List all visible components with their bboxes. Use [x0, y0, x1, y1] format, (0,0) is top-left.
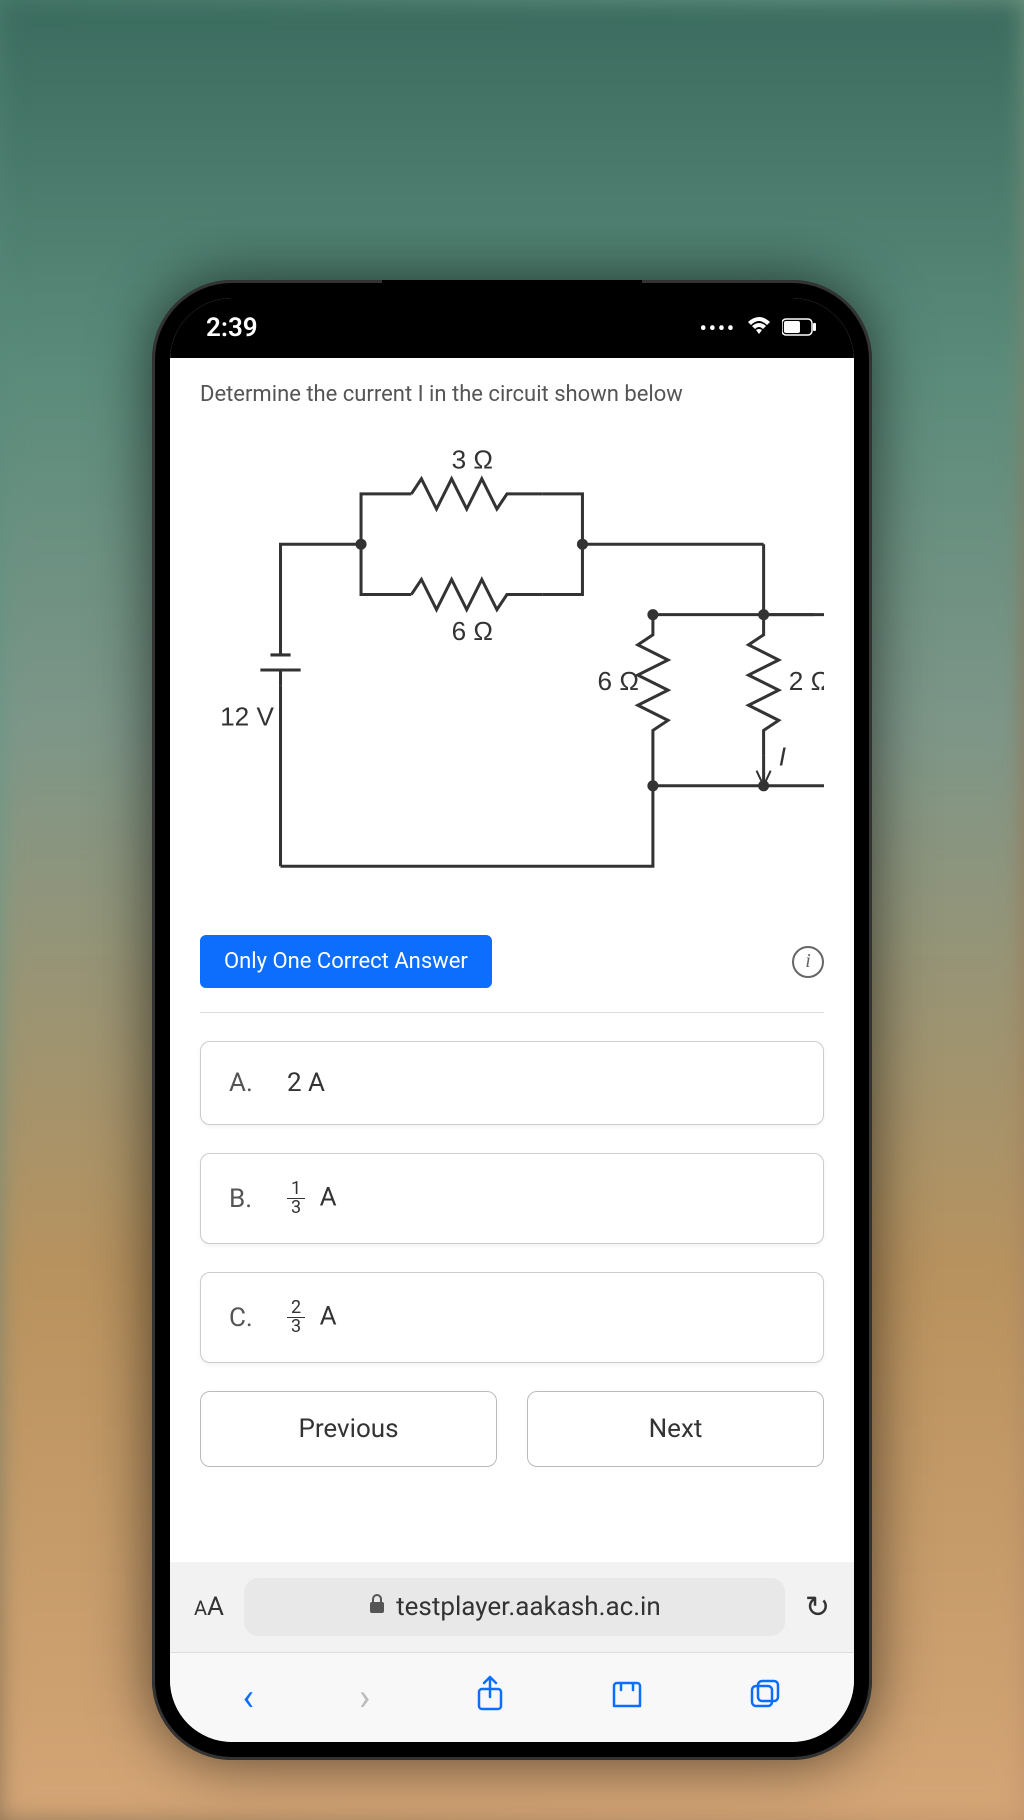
option-text: 2 A — [287, 1068, 325, 1098]
battery-icon — [782, 313, 818, 343]
content-area: Determine the current I in the circuit s… — [170, 358, 854, 1562]
r-right1-label: 6 Ω — [598, 666, 639, 696]
r-mid-label: 6 Ω — [452, 616, 493, 646]
back-button[interactable]: ‹ — [243, 1676, 254, 1720]
option-label: A. — [229, 1068, 257, 1098]
option-text: 13 A — [287, 1180, 337, 1217]
screen: 2:39 •••• Determine the current I in the… — [170, 298, 854, 1742]
wifi-icon — [746, 313, 772, 343]
question-text: Determine the current I in the circuit s… — [200, 382, 824, 407]
phone-frame: 2:39 •••• Determine the current I in the… — [152, 280, 872, 1760]
status-time: 2:39 — [206, 313, 258, 343]
next-button[interactable]: Next — [527, 1391, 824, 1467]
reload-icon[interactable]: ↻ — [805, 1590, 830, 1625]
answer-tag-row: Only One Correct Answer i — [200, 935, 824, 988]
option-label: C. — [229, 1303, 257, 1333]
url-field[interactable]: testplayer.aakash.ac.in — [244, 1578, 785, 1636]
nav-buttons: Previous Next — [200, 1391, 824, 1467]
circuit-diagram: 3 Ω 6 Ω 6 Ω 2 Ω 12 V I — [200, 425, 824, 905]
current-label: I — [779, 742, 786, 772]
option-b[interactable]: B. 13 A — [200, 1153, 824, 1244]
voltage-label: 12 V — [220, 701, 274, 731]
option-c[interactable]: C. 23 A — [200, 1272, 824, 1363]
r-top-label: 3 Ω — [452, 445, 493, 475]
status-indicators: •••• — [700, 313, 818, 343]
lock-icon — [368, 1594, 386, 1620]
forward-button[interactable]: › — [359, 1676, 370, 1720]
tabs-icon[interactable] — [749, 1676, 781, 1720]
browser-toolbar: ‹ › — [170, 1652, 854, 1742]
option-label: B. — [229, 1184, 257, 1214]
divider — [200, 1012, 824, 1013]
r-right2-label: 2 Ω — [789, 666, 824, 696]
share-icon[interactable] — [475, 1675, 505, 1721]
cellular-icon: •••• — [700, 316, 736, 340]
address-bar: AA testplayer.aakash.ac.in ↻ — [170, 1562, 854, 1652]
previous-button[interactable]: Previous — [200, 1391, 497, 1467]
bookmarks-icon[interactable] — [610, 1676, 644, 1720]
option-text: 23 A — [287, 1299, 337, 1336]
notch — [382, 280, 642, 320]
options-list: A. 2 A B. 13 A C. 23 A — [200, 1041, 824, 1363]
url-text: testplayer.aakash.ac.in — [396, 1592, 661, 1622]
text-size-button[interactable]: AA — [194, 1592, 224, 1622]
info-icon[interactable]: i — [792, 946, 824, 978]
answer-type-tag: Only One Correct Answer — [200, 935, 492, 988]
option-a[interactable]: A. 2 A — [200, 1041, 824, 1125]
